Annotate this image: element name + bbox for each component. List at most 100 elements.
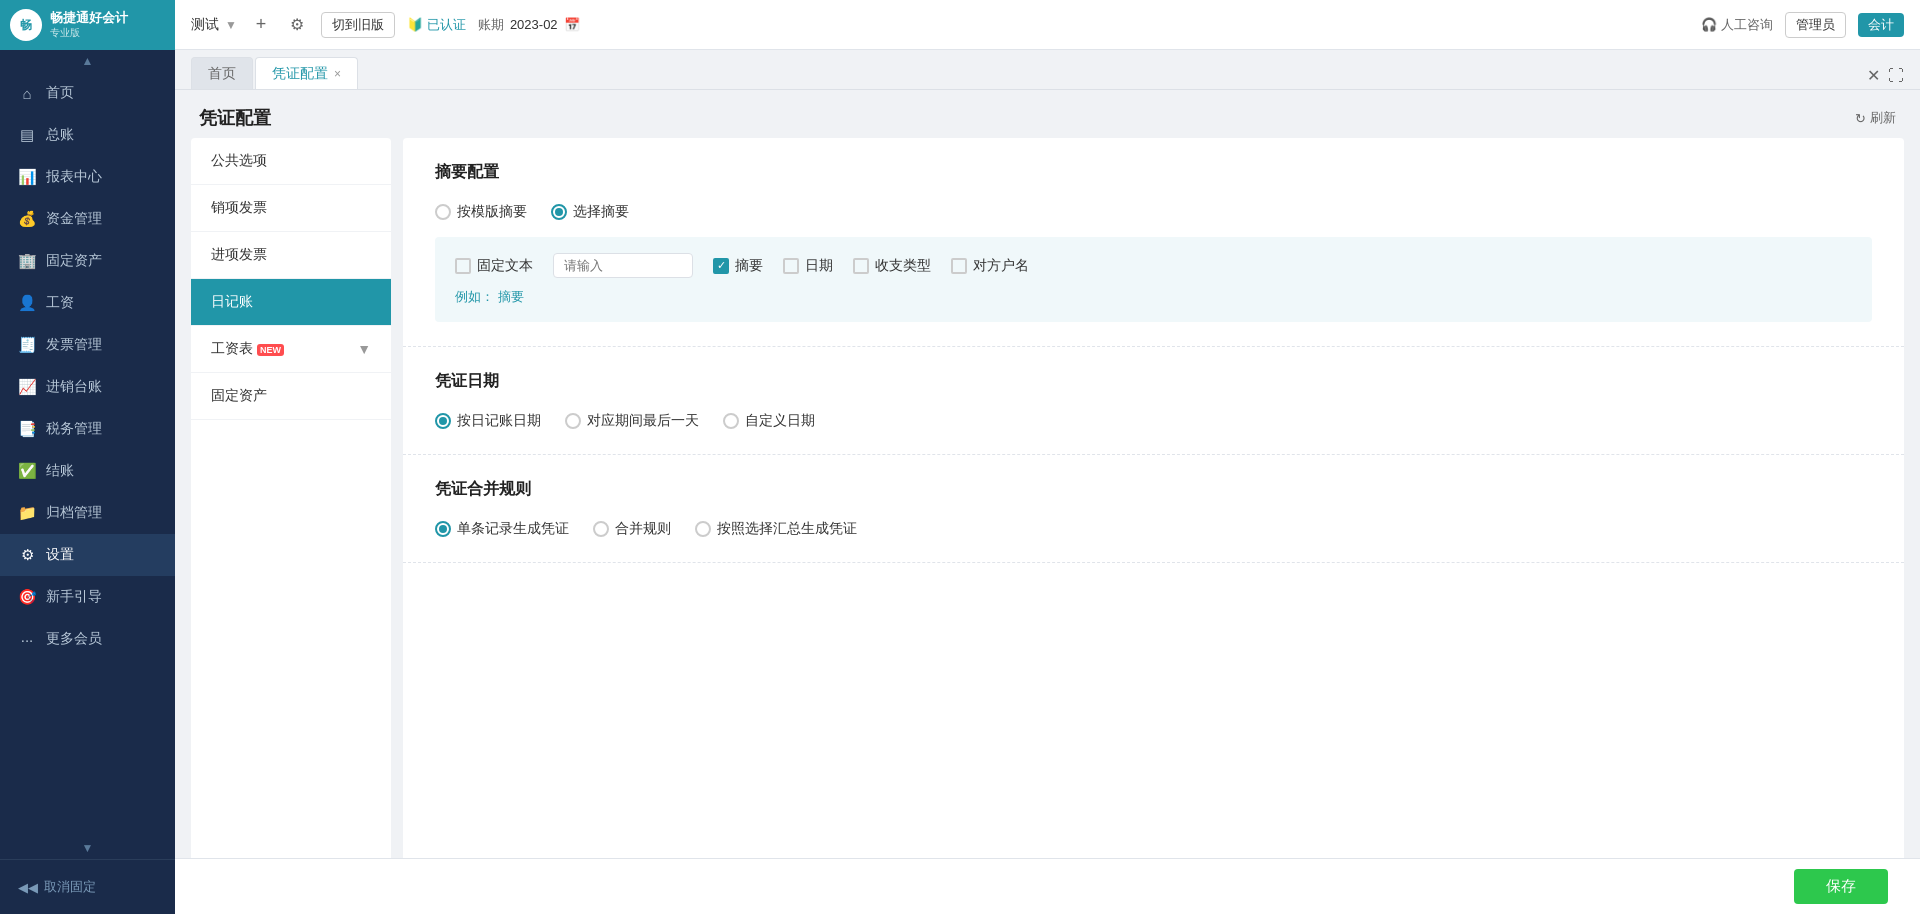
radio-period-last-label: 对应期间最后一天 — [587, 412, 699, 430]
page-header: 凭证配置 ↻ 刷新 — [175, 90, 1920, 138]
sidebar-item-label: 固定资产 — [46, 252, 102, 270]
radio-period-last-circle — [565, 413, 581, 429]
consult-btn[interactable]: 🎧 人工咨询 — [1701, 16, 1773, 34]
example-text: 例如： 摘要 — [455, 288, 1852, 306]
accountant-button[interactable]: 会计 — [1858, 13, 1904, 37]
sidebar-item-more[interactable]: ··· 更多会员 — [0, 618, 175, 660]
sidebar-nav: ⌂ 首页 ▤ 总账 📊 报表中心 💰 资金管理 🏢 固定资产 👤 工资 🧾 发票… — [0, 72, 175, 837]
cert-label: 已认证 — [427, 16, 466, 34]
sidebar-item-funds[interactable]: 💰 资金管理 — [0, 198, 175, 240]
left-menu: 公共选项 销项发票 进项发票 日记账 工资表NEW ▼ 固定资产 — [191, 138, 391, 914]
project-selector[interactable]: 测试 ▼ — [191, 16, 237, 34]
checkbox-counterpart[interactable]: 对方户名 — [951, 257, 1029, 275]
radio-summary-generate-circle — [695, 521, 711, 537]
date-section: 凭证日期 按日记账日期 对应期间最后一天 自定义日期 — [403, 347, 1904, 455]
radio-single-record[interactable]: 单条记录生成凭证 — [435, 520, 569, 538]
sidebar-item-guide[interactable]: 🎯 新手引导 — [0, 576, 175, 618]
radio-single-record-circle — [435, 521, 451, 537]
checkbox-summary[interactable]: 摘要 — [713, 257, 763, 275]
refresh-button[interactable]: ↻ 刷新 — [1855, 109, 1896, 127]
refresh-icon: ↻ — [1855, 111, 1866, 126]
radio-period-last[interactable]: 对应期间最后一天 — [565, 412, 699, 430]
sidebar: 畅 畅捷通好会计 专业版 ▲ ⌂ 首页 ▤ 总账 📊 报表中心 💰 资金管理 🏢… — [0, 0, 175, 914]
checkbox-fixed-text[interactable]: 固定文本 — [455, 257, 533, 275]
summary-title: 摘要配置 — [435, 162, 1872, 183]
new-badge: NEW — [257, 344, 284, 356]
sidebar-item-settings[interactable]: ⚙ 设置 — [0, 534, 175, 576]
payroll-label: 工资表NEW — [211, 340, 284, 358]
report-icon: 📊 — [18, 168, 36, 186]
radio-custom-date[interactable]: 自定义日期 — [723, 412, 815, 430]
calendar-icon[interactable]: 📅 — [564, 17, 580, 32]
menu-item-fixed-assets[interactable]: 固定资产 — [191, 373, 391, 420]
radio-diary-date[interactable]: 按日记账日期 — [435, 412, 541, 430]
sidebar-item-close-period[interactable]: ✅ 结账 — [0, 450, 175, 492]
sidebar-item-label: 更多会员 — [46, 630, 102, 648]
consult-icon: 🎧 — [1701, 17, 1717, 32]
logo-icon: 畅 — [10, 9, 42, 41]
old-version-button[interactable]: 切到旧版 — [321, 12, 395, 38]
sidebar-scroll-up[interactable]: ▲ — [82, 54, 94, 68]
cancel-fixed-icon: ◀◀ — [18, 880, 38, 895]
admin-button[interactable]: 管理员 — [1785, 12, 1846, 38]
tab-close-icon[interactable]: × — [334, 67, 341, 81]
save-button[interactable]: 保存 — [1794, 869, 1888, 904]
sidebar-item-label: 归档管理 — [46, 504, 102, 522]
tabs-bar: 首页 凭证配置 × ✕ ⛶ — [175, 50, 1920, 90]
sidebar-item-home[interactable]: ⌂ 首页 — [0, 72, 175, 114]
invoice-icon: 🧾 — [18, 336, 36, 354]
summary-radio-group: 按模版摘要 选择摘要 — [435, 203, 1872, 221]
menu-item-diary[interactable]: 日记账 — [191, 279, 391, 326]
cancel-fixed-btn[interactable]: ◀◀ 取消固定 — [0, 870, 175, 904]
menu-item-public[interactable]: 公共选项 — [191, 138, 391, 185]
add-tab-btn[interactable]: + — [249, 13, 273, 37]
sidebar-item-salary[interactable]: 👤 工资 — [0, 282, 175, 324]
radio-select-summary-circle — [551, 204, 567, 220]
radio-template-summary[interactable]: 按模版摘要 — [435, 203, 527, 221]
archive-icon: 📁 — [18, 504, 36, 522]
fixed-text-checkbox — [455, 258, 471, 274]
sidebar-item-label: 报表中心 — [46, 168, 102, 186]
radio-template-summary-circle — [435, 204, 451, 220]
fixed-text-input[interactable] — [553, 253, 693, 278]
merge-radio-group: 单条记录生成凭证 合并规则 按照选择汇总生成凭证 — [435, 520, 1872, 538]
merge-section: 凭证合并规则 单条记录生成凭证 合并规则 按照选择汇总生成凭证 — [403, 455, 1904, 563]
sidebar-item-sales[interactable]: 📈 进销台账 — [0, 366, 175, 408]
cancel-fixed-label: 取消固定 — [44, 878, 96, 896]
sidebar-scroll-down[interactable]: ▼ — [82, 841, 94, 855]
radio-merge-rule-circle — [593, 521, 609, 537]
menu-item-sales-invoice[interactable]: 销项发票 — [191, 185, 391, 232]
date-title: 凭证日期 — [435, 371, 1872, 392]
summary-checkbox-area: 固定文本 摘要 日期 收支类型 — [435, 237, 1872, 322]
radio-select-summary[interactable]: 选择摘要 — [551, 203, 629, 221]
sidebar-item-report[interactable]: 📊 报表中心 — [0, 156, 175, 198]
sidebar-item-label: 首页 — [46, 84, 74, 102]
sidebar-item-label: 新手引导 — [46, 588, 102, 606]
sidebar-item-archive[interactable]: 📁 归档管理 — [0, 492, 175, 534]
summary-checkbox — [713, 258, 729, 274]
checkbox-date[interactable]: 日期 — [783, 257, 833, 275]
sidebar-item-invoice[interactable]: 🧾 发票管理 — [0, 324, 175, 366]
page-title: 凭证配置 — [199, 106, 271, 130]
tabs-close-icon[interactable]: ✕ — [1867, 66, 1880, 85]
sidebar-item-ledger[interactable]: ▤ 总账 — [0, 114, 175, 156]
period-value: 2023-02 — [510, 17, 558, 32]
sidebar-item-assets[interactable]: 🏢 固定资产 — [0, 240, 175, 282]
period-label: 账期 — [478, 16, 504, 34]
tabs-expand-icon[interactable]: ⛶ — [1888, 67, 1904, 85]
tab-voucher-config[interactable]: 凭证配置 × — [255, 57, 358, 89]
content-wrapper: 公共选项 销项发票 进项发票 日记账 工资表NEW ▼ 固定资产 摘要配置 按模… — [175, 138, 1920, 914]
menu-item-purchase-invoice[interactable]: 进项发票 — [191, 232, 391, 279]
checkbox-payment-type[interactable]: 收支类型 — [853, 257, 931, 275]
radio-template-summary-label: 按模版摘要 — [457, 203, 527, 221]
sidebar-item-tax[interactable]: 📑 税务管理 — [0, 408, 175, 450]
sidebar-item-label: 发票管理 — [46, 336, 102, 354]
radio-merge-rule[interactable]: 合并规则 — [593, 520, 671, 538]
tab-home[interactable]: 首页 — [191, 57, 253, 89]
topbar: 测试 ▼ + ⚙ 切到旧版 🔰 已认证 账期 2023-02 📅 🎧 人工咨询 … — [175, 0, 1920, 50]
radio-summary-generate[interactable]: 按照选择汇总生成凭证 — [695, 520, 857, 538]
menu-item-payroll[interactable]: 工资表NEW ▼ — [191, 326, 391, 373]
consult-label: 人工咨询 — [1721, 16, 1773, 34]
gear-btn[interactable]: ⚙ — [285, 13, 309, 37]
radio-diary-date-label: 按日记账日期 — [457, 412, 541, 430]
